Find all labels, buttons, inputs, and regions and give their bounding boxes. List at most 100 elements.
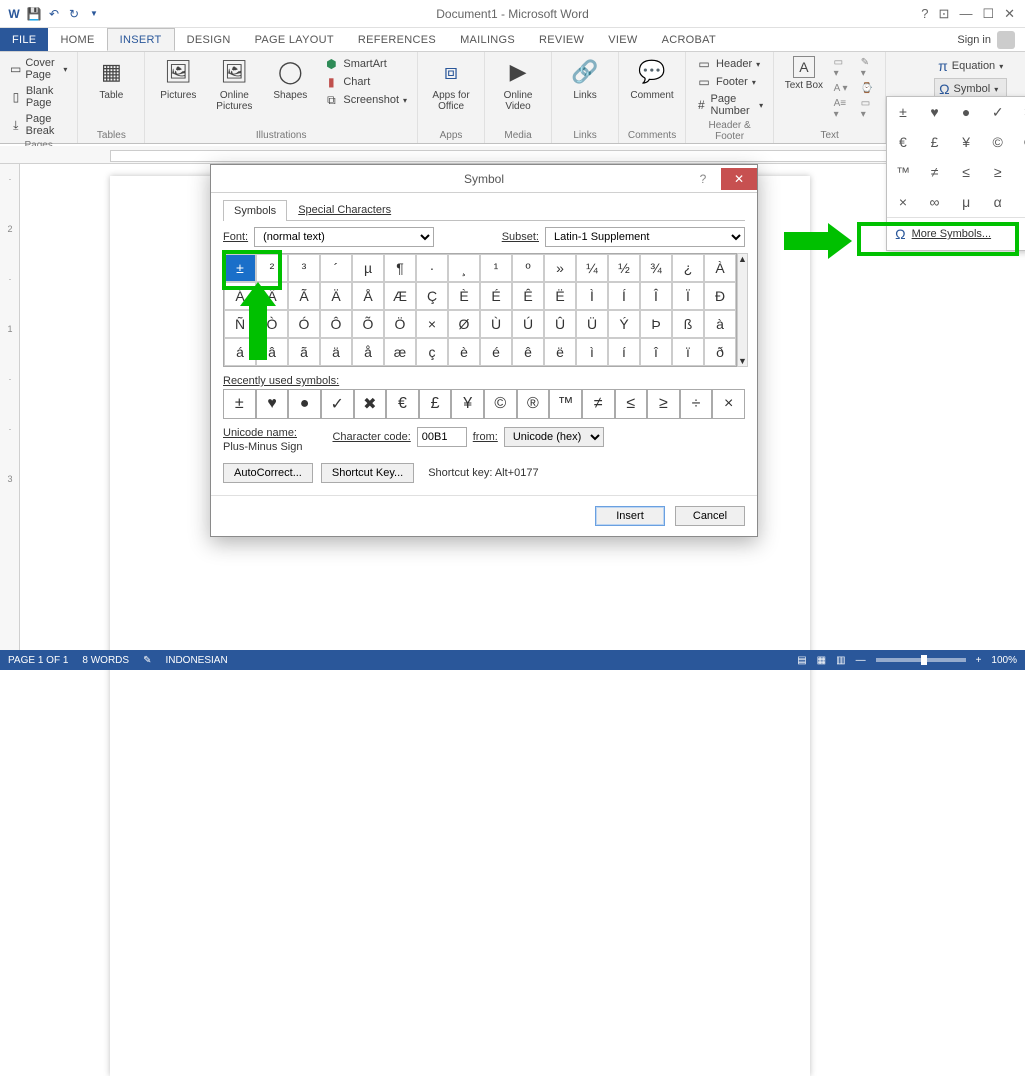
tab-mailings[interactable]: MAILINGS [448,28,527,51]
symbol-dropdown-item[interactable]: ¥ [950,127,982,157]
symbol-dropdown-item[interactable]: © [982,127,1014,157]
page-number-button[interactable]: #Page Number▾ [694,92,765,118]
quick-parts-icon[interactable]: ▭ ▾ [832,56,853,80]
symbol-grid-cell[interactable]: É [480,282,512,310]
tab-file[interactable]: FILE [0,28,48,51]
symbol-grid-cell[interactable]: Û [544,310,576,338]
symbol-grid-cell[interactable]: ¾ [640,254,672,282]
table-button[interactable]: ▦Table [86,56,136,101]
status-words[interactable]: 8 WORDS [82,655,129,666]
symbol-dropdown-item[interactable]: ✖ [1014,97,1025,127]
symbol-grid-cell[interactable]: æ [384,338,416,366]
symbol-dropdown-item[interactable]: £ [919,127,951,157]
recent-symbol-cell[interactable]: ● [288,389,321,419]
minimize-icon[interactable]: — [959,6,972,22]
symbol-grid-cell[interactable]: ç [416,338,448,366]
chart-button[interactable]: ▮Chart [321,74,409,90]
tab-page-layout[interactable]: PAGE LAYOUT [243,28,346,51]
undo-icon[interactable]: ↶ [46,6,62,22]
symbol-grid[interactable]: ±²³´µ¶·¸¹º»¼½¾¿ÀÁÂÃÄÅÆÇÈÉÊËÌÍÎÏÐÑÒÓÔÕÖ×Ø… [223,253,737,367]
zoom-in-icon[interactable]: + [976,655,982,666]
symbol-dropdown-item[interactable]: α [982,187,1014,217]
recent-symbol-cell[interactable]: ± [223,389,256,419]
symbol-dropdown-item[interactable]: ÷ [1014,157,1025,187]
equation-button[interactable]: πEquation▾ [934,56,1007,76]
insert-button[interactable]: Insert [595,506,665,526]
links-button[interactable]: 🔗Links [560,56,610,101]
tab-insert[interactable]: INSERT [107,28,175,51]
symbol-grid-cell[interactable]: Ó [288,310,320,338]
grid-scrollbar[interactable]: ▲▼ [737,253,748,367]
footer-button[interactable]: ▭Footer▾ [694,74,765,90]
symbol-grid-cell[interactable]: ¿ [672,254,704,282]
recent-symbol-cell[interactable]: ≥ [647,389,680,419]
symbol-dropdown-item[interactable]: ✓ [982,97,1014,127]
symbol-grid-cell[interactable]: ¶ [384,254,416,282]
symbol-grid-cell[interactable]: Ý [608,310,640,338]
symbol-grid-cell[interactable]: ¼ [576,254,608,282]
symbol-grid-cell[interactable]: ì [576,338,608,366]
symbol-dropdown-item[interactable]: × [887,187,919,217]
symbol-grid-cell[interactable]: Ì [576,282,608,310]
symbol-grid-cell[interactable]: à [704,310,736,338]
recent-symbol-cell[interactable]: ✖ [354,389,387,419]
help-icon[interactable]: ? [921,6,928,22]
recent-symbol-cell[interactable]: £ [419,389,452,419]
redo-icon[interactable]: ↻ [66,6,82,22]
symbol-grid-cell[interactable]: Õ [352,310,384,338]
tab-review[interactable]: REVIEW [527,28,596,51]
signature-line-icon[interactable]: ✎ ▾ [859,56,877,80]
symbol-grid-cell[interactable]: ¸ [448,254,480,282]
symbol-grid-cell[interactable]: È [448,282,480,310]
symbol-grid-cell[interactable]: å [352,338,384,366]
wordart-icon[interactable]: A ▾ [832,82,853,95]
symbol-grid-cell[interactable]: Ç [416,282,448,310]
symbol-grid-cell[interactable]: ï [672,338,704,366]
blank-page-button[interactable]: ▯Blank Page [8,84,69,110]
recent-symbol-cell[interactable]: × [712,389,745,419]
symbol-grid-cell[interactable]: â [256,338,288,366]
subset-select[interactable]: Latin-1 Supplement [545,227,745,247]
recent-symbol-cell[interactable]: ≤ [615,389,648,419]
symbol-grid-cell[interactable]: Ñ [224,310,256,338]
symbol-grid-cell[interactable]: ß [672,310,704,338]
symbol-grid-cell[interactable]: Ë [544,282,576,310]
smartart-button[interactable]: ⬢SmartArt [321,56,409,72]
tab-view[interactable]: VIEW [596,28,649,51]
dialog-titlebar[interactable]: Symbol ? ✕ [211,165,757,193]
tab-references[interactable]: REFERENCES [346,28,448,51]
recent-symbol-cell[interactable]: ™ [549,389,582,419]
sign-in[interactable]: Sign in [947,28,1025,51]
symbol-grid-cell[interactable]: ½ [608,254,640,282]
tab-design[interactable]: DESIGN [175,28,243,51]
symbol-grid-cell[interactable]: · [416,254,448,282]
zoom-level[interactable]: 100% [991,655,1017,666]
apps-for-office-button[interactable]: ⧈Apps for Office [426,56,476,112]
shapes-button[interactable]: ◯Shapes [265,56,315,101]
symbol-grid-cell[interactable]: é [480,338,512,366]
char-code-input[interactable] [417,427,467,447]
online-video-button[interactable]: ▶Online Video [493,56,543,112]
symbol-grid-cell[interactable]: ´ [320,254,352,282]
symbol-grid-cell[interactable]: ² [256,254,288,282]
recent-symbol-cell[interactable]: € [386,389,419,419]
symbol-dropdown-item[interactable]: ≤ [950,157,982,187]
symbol-grid-cell[interactable]: ð [704,338,736,366]
symbol-grid-cell[interactable]: Æ [384,282,416,310]
symbol-grid-cell[interactable]: Ï [672,282,704,310]
symbol-grid-cell[interactable]: Ø [448,310,480,338]
comment-button[interactable]: 💬Comment [627,56,677,101]
tab-special-characters[interactable]: Special Characters [287,199,402,220]
tab-acrobat[interactable]: ACROBAT [650,28,728,51]
symbol-grid-cell[interactable]: Î [640,282,672,310]
symbol-grid-cell[interactable]: Å [352,282,384,310]
symbol-grid-cell[interactable]: Â [256,282,288,310]
symbol-grid-cell[interactable]: ê [512,338,544,366]
recent-symbol-cell[interactable]: © [484,389,517,419]
date-time-icon[interactable]: ⌚ [859,82,877,95]
symbol-dropdown-item[interactable]: € [887,127,919,157]
object-icon[interactable]: ▭ ▾ [859,97,877,121]
symbol-grid-cell[interactable]: ë [544,338,576,366]
pictures-button[interactable]: 🖼Pictures [153,56,203,101]
symbol-dropdown-item[interactable]: ™ [887,157,919,187]
